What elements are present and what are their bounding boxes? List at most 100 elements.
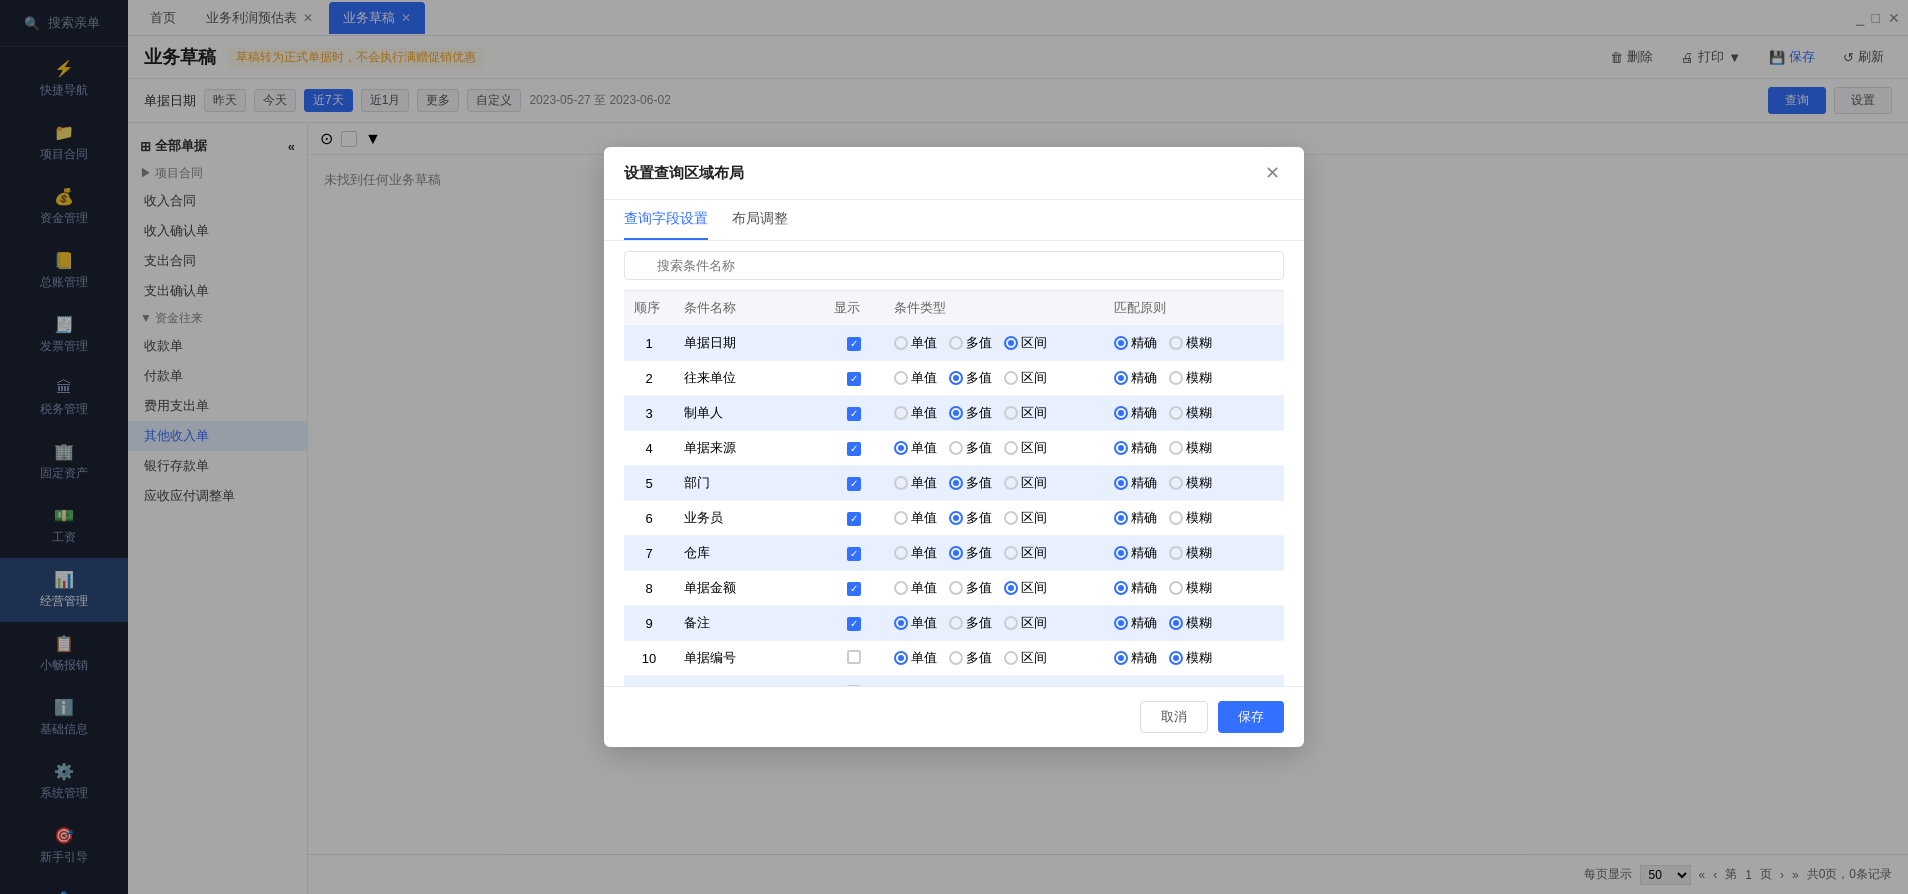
type-radio-区间[interactable]: 区间 [1004, 369, 1047, 387]
match-radio-精确[interactable]: 精确 [1114, 404, 1157, 422]
type-radio-单值[interactable]: 单值 [894, 369, 937, 387]
cell-show[interactable]: ✓ [824, 536, 884, 571]
type-radio-多值[interactable]: 多值 [949, 649, 992, 667]
match-radio-精确[interactable]: 精确 [1114, 369, 1157, 387]
modal-tab-query-fields[interactable]: 查询字段设置 [624, 200, 708, 240]
show-checkbox[interactable]: ✓ [847, 547, 861, 561]
type-radio-区间[interactable]: 区间 [1004, 509, 1047, 527]
show-checkbox[interactable]: ✓ [847, 477, 861, 491]
show-checkbox[interactable]: ✓ [847, 337, 861, 351]
type-radio-区间[interactable]: 区间 [1004, 439, 1047, 457]
show-checkbox[interactable]: ✓ [847, 372, 861, 386]
cell-type[interactable]: 单值多值区间 [884, 466, 1104, 501]
match-radio-模糊[interactable]: 模糊 [1169, 334, 1212, 352]
type-radio-区间[interactable]: 区间 [1004, 579, 1047, 597]
type-radio-单值[interactable]: 单值 [894, 544, 937, 562]
match-radio-模糊[interactable]: 模糊 [1169, 439, 1212, 457]
cell-show[interactable]: ✓ [824, 361, 884, 396]
match-radio-精确[interactable]: 精确 [1114, 544, 1157, 562]
cell-type[interactable]: 单值多值区间 [884, 501, 1104, 536]
show-checkbox[interactable] [847, 650, 861, 664]
match-radio-模糊[interactable]: 模糊 [1169, 579, 1212, 597]
match-radio-精确[interactable]: 精确 [1114, 334, 1157, 352]
type-radio-多值[interactable]: 多值 [949, 404, 992, 422]
cell-type[interactable]: 单值多值区间 [884, 676, 1104, 687]
type-radio-单值[interactable]: 单值 [894, 614, 937, 632]
type-radio-单值[interactable]: 单值 [894, 649, 937, 667]
match-radio-模糊[interactable]: 模糊 [1169, 404, 1212, 422]
match-radio-精确[interactable]: 精确 [1114, 474, 1157, 492]
cell-type[interactable]: 单值多值区间 [884, 326, 1104, 361]
cancel-button[interactable]: 取消 [1140, 701, 1208, 733]
cell-match[interactable]: 精确模糊 [1104, 501, 1284, 536]
type-radio-区间[interactable]: 区间 [1004, 544, 1047, 562]
match-radio-精确[interactable]: 精确 [1114, 579, 1157, 597]
cell-match[interactable]: 精确模糊 [1104, 676, 1284, 687]
match-radio-精确[interactable]: 精确 [1114, 649, 1157, 667]
type-radio-区间[interactable]: 区间 [1004, 649, 1047, 667]
show-checkbox[interactable]: ✓ [847, 617, 861, 631]
match-radio-模糊[interactable]: 模糊 [1169, 509, 1212, 527]
save-button[interactable]: 保存 [1218, 701, 1284, 733]
show-checkbox[interactable]: ✓ [847, 407, 861, 421]
type-radio-多值[interactable]: 多值 [949, 579, 992, 597]
type-radio-区间[interactable]: 区间 [1004, 474, 1047, 492]
cell-match[interactable]: 精确模糊 [1104, 571, 1284, 606]
cell-match[interactable]: 精确模糊 [1104, 361, 1284, 396]
cell-match[interactable]: 精确模糊 [1104, 466, 1284, 501]
type-radio-多值[interactable]: 多值 [949, 334, 992, 352]
cell-show[interactable]: ✓ [824, 466, 884, 501]
type-radio-区间[interactable]: 区间 [1004, 614, 1047, 632]
type-radio-多值[interactable]: 多值 [949, 474, 992, 492]
match-radio-模糊[interactable]: 模糊 [1169, 474, 1212, 492]
cell-type[interactable]: 单值多值区间 [884, 536, 1104, 571]
cell-match[interactable]: 精确模糊 [1104, 396, 1284, 431]
cell-show[interactable]: ✓ [824, 431, 884, 466]
cell-match[interactable]: 精确模糊 [1104, 641, 1284, 676]
cell-match[interactable]: 精确模糊 [1104, 606, 1284, 641]
show-checkbox[interactable]: ✓ [847, 442, 861, 456]
cell-show[interactable]: ✓ [824, 571, 884, 606]
match-radio-精确[interactable]: 精确 [1114, 614, 1157, 632]
cell-type[interactable]: 单值多值区间 [884, 396, 1104, 431]
type-radio-区间[interactable]: 区间 [1004, 404, 1047, 422]
type-radio-单值[interactable]: 单值 [894, 439, 937, 457]
match-radio-模糊[interactable]: 模糊 [1169, 369, 1212, 387]
cell-show[interactable] [824, 676, 884, 687]
cell-type[interactable]: 单值多值区间 [884, 606, 1104, 641]
type-radio-多值[interactable]: 多值 [949, 544, 992, 562]
cell-type[interactable]: 单值多值区间 [884, 431, 1104, 466]
show-checkbox[interactable]: ✓ [847, 582, 861, 596]
cell-type[interactable]: 单值多值区间 [884, 571, 1104, 606]
cell-match[interactable]: 精确模糊 [1104, 326, 1284, 361]
type-radio-单值[interactable]: 单值 [894, 474, 937, 492]
match-radio-模糊[interactable]: 模糊 [1169, 649, 1212, 667]
match-radio-模糊[interactable]: 模糊 [1169, 544, 1212, 562]
match-radio-精确[interactable]: 精确 [1114, 439, 1157, 457]
match-radio-精确[interactable]: 精确 [1114, 509, 1157, 527]
match-radio-模糊[interactable]: 模糊 [1169, 614, 1212, 632]
show-checkbox[interactable]: ✓ [847, 512, 861, 526]
cell-type[interactable]: 单值多值区间 [884, 641, 1104, 676]
cell-show[interactable] [824, 641, 884, 676]
type-radio-单值[interactable]: 单值 [894, 404, 937, 422]
modal-tab-layout[interactable]: 布局调整 [732, 200, 788, 240]
cell-match[interactable]: 精确模糊 [1104, 431, 1284, 466]
cell-type[interactable]: 单值多值区间 [884, 361, 1104, 396]
type-radio-单值[interactable]: 单值 [894, 334, 937, 352]
type-radio-多值[interactable]: 多值 [949, 369, 992, 387]
cell-show[interactable]: ✓ [824, 501, 884, 536]
type-radio-单值[interactable]: 单值 [894, 579, 937, 597]
modal-close-button[interactable]: ✕ [1260, 161, 1284, 185]
modal-search-input[interactable] [624, 251, 1284, 280]
type-radio-多值[interactable]: 多值 [949, 509, 992, 527]
modal-header: 设置查询区域布局 ✕ [604, 147, 1304, 200]
type-radio-多值[interactable]: 多值 [949, 614, 992, 632]
cell-show[interactable]: ✓ [824, 606, 884, 641]
type-radio-多值[interactable]: 多值 [949, 439, 992, 457]
cell-show[interactable]: ✓ [824, 396, 884, 431]
type-radio-区间[interactable]: 区间 [1004, 334, 1047, 352]
cell-match[interactable]: 精确模糊 [1104, 536, 1284, 571]
cell-show[interactable]: ✓ [824, 326, 884, 361]
type-radio-单值[interactable]: 单值 [894, 509, 937, 527]
